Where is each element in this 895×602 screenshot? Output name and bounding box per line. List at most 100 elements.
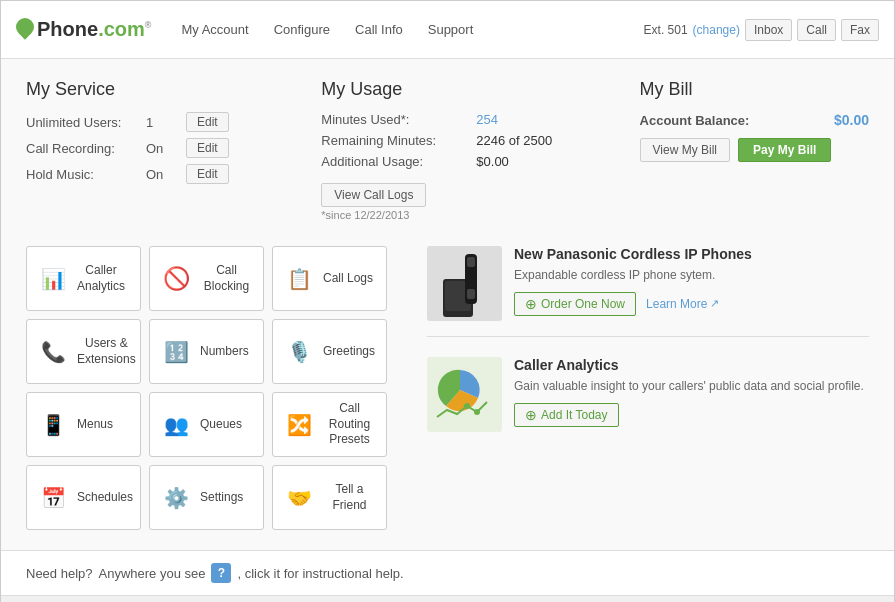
view-call-logs-button[interactable]: View Call Logs: [321, 183, 426, 207]
queues-icon: 👥: [160, 409, 192, 441]
schedules-button[interactable]: 📅 Schedules: [26, 465, 141, 530]
ext-label: Ext. 501: [644, 23, 688, 37]
add-it-today-label: Add It Today: [541, 408, 608, 422]
account-balance-label: Account Balance:: [640, 113, 750, 128]
my-usage-title: My Usage: [321, 79, 619, 100]
panasonic-description: Expandable cordless IP phone sytem.: [514, 267, 752, 284]
analytics-promo-links: ⊕ Add It Today: [514, 403, 864, 427]
greetings-icon: 🎙️: [283, 336, 315, 368]
call-routing-presets-button[interactable]: 🔀 Call RoutingPresets: [272, 392, 387, 457]
nav-call-info[interactable]: Call Info: [355, 22, 403, 37]
analytics-promo-title: Caller Analytics: [514, 357, 864, 373]
account-balance-value: $0.00: [834, 112, 869, 128]
plus-icon: ⊕: [525, 296, 537, 312]
hold-music-edit-button[interactable]: Edit: [186, 164, 229, 184]
caller-analytics-label: CallerAnalytics: [77, 263, 125, 294]
order-now-button[interactable]: ⊕ Order One Now: [514, 292, 636, 316]
service-row-users: Unlimited Users: 1 Edit: [26, 112, 301, 132]
my-usage-section: My Usage Minutes Used*: 254 Remaining Mi…: [321, 79, 619, 221]
logo-text: Phone.com®: [37, 18, 151, 41]
pay-my-bill-button[interactable]: Pay My Bill: [738, 138, 831, 162]
settings-button[interactable]: ⚙️ Settings: [149, 465, 264, 530]
external-link-icon: ↗: [710, 297, 719, 310]
main-nav: My Account Configure Call Info Support: [181, 22, 643, 37]
tell-a-friend-icon: 🤝: [283, 482, 315, 514]
call-logs-label: Call Logs: [323, 271, 373, 287]
recording-label: Call Recording:: [26, 141, 146, 156]
view-my-bill-button[interactable]: View My Bill: [640, 138, 730, 162]
numbers-button[interactable]: 🔢 Numbers: [149, 319, 264, 384]
panasonic-promo: New Panasonic Cordless IP Phones Expanda…: [427, 246, 869, 337]
usage-note: *since 12/22/2013: [321, 209, 619, 221]
panasonic-title: New Panasonic Cordless IP Phones: [514, 246, 752, 262]
hold-music-label: Hold Music:: [26, 167, 146, 182]
nav-my-account[interactable]: My Account: [181, 22, 248, 37]
call-button[interactable]: Call: [797, 19, 836, 41]
fax-button[interactable]: Fax: [841, 19, 879, 41]
analytics-chart-svg: [432, 362, 497, 427]
caller-analytics-button[interactable]: 📊 CallerAnalytics: [26, 246, 141, 311]
service-row-hold: Hold Music: On Edit: [26, 164, 301, 184]
phone-image-svg: [435, 249, 495, 319]
tell-a-friend-label: Tell a Friend: [323, 482, 376, 513]
remaining-minutes-label: Remaining Minutes:: [321, 133, 476, 148]
footer: Copyright © 2007-2013 Phone.com, Inc. Al…: [1, 595, 894, 602]
my-service-section: My Service Unlimited Users: 1 Edit Call …: [26, 79, 301, 221]
order-now-label: Order One Now: [541, 297, 625, 311]
help-text-middle: Anywhere you see: [99, 566, 206, 581]
bill-buttons: View My Bill Pay My Bill: [640, 138, 869, 162]
users-edit-button[interactable]: Edit: [186, 112, 229, 132]
users-label: Unlimited Users:: [26, 115, 146, 130]
greetings-button[interactable]: 🎙️ Greetings: [272, 319, 387, 384]
change-ext-link[interactable]: (change): [693, 23, 740, 37]
minutes-used-label: Minutes Used*:: [321, 112, 476, 127]
nav-support[interactable]: Support: [428, 22, 474, 37]
call-routing-label: Call RoutingPresets: [323, 401, 376, 448]
middle-section: 📊 CallerAnalytics 🚫 Call Blocking 📋 Call…: [26, 246, 869, 530]
call-blocking-button[interactable]: 🚫 Call Blocking: [149, 246, 264, 311]
call-blocking-label: Call Blocking: [200, 263, 253, 294]
numbers-label: Numbers: [200, 344, 249, 360]
analytics-chart-image: [427, 357, 502, 432]
right-panel: New Panasonic Cordless IP Phones Expanda…: [427, 246, 869, 530]
learn-more-label: Learn More: [646, 297, 707, 311]
call-blocking-icon: 🚫: [160, 263, 192, 295]
header-right: Ext. 501 (change) Inbox Call Fax: [644, 19, 879, 41]
inbox-button[interactable]: Inbox: [745, 19, 792, 41]
header: Phone.com® My Account Configure Call Inf…: [1, 1, 894, 59]
queues-button[interactable]: 👥 Queues: [149, 392, 264, 457]
settings-label: Settings: [200, 490, 243, 506]
panasonic-phone-image: [427, 246, 502, 321]
my-bill-section: My Bill Account Balance: $0.00 View My B…: [640, 79, 869, 221]
panasonic-promo-links: ⊕ Order One Now Learn More ↗: [514, 292, 752, 316]
logo: Phone.com®: [16, 18, 151, 41]
help-text-after: , click it for instructional help.: [237, 566, 403, 581]
bill-balance-row: Account Balance: $0.00: [640, 112, 869, 128]
add-it-today-button[interactable]: ⊕ Add It Today: [514, 403, 619, 427]
analytics-promo-content: Caller Analytics Gain valuable insight t…: [514, 357, 864, 432]
users-extensions-button[interactable]: 📞 Users &Extensions: [26, 319, 141, 384]
svg-point-7: [474, 409, 480, 415]
add-icon: ⊕: [525, 407, 537, 423]
remaining-minutes-value: 2246 of 2500: [476, 133, 552, 148]
usage-row-remaining: Remaining Minutes: 2246 of 2500: [321, 133, 619, 148]
nav-configure[interactable]: Configure: [274, 22, 330, 37]
help-badge[interactable]: ?: [211, 563, 231, 583]
panasonic-promo-content: New Panasonic Cordless IP Phones Expanda…: [514, 246, 752, 321]
tell-a-friend-button[interactable]: 🤝 Tell a Friend: [272, 465, 387, 530]
help-bar: Need help? Anywhere you see ? , click it…: [1, 550, 894, 595]
svg-point-6: [464, 403, 470, 409]
recording-edit-button[interactable]: Edit: [186, 138, 229, 158]
call-logs-button[interactable]: 📋 Call Logs: [272, 246, 387, 311]
menus-label: Menus: [77, 417, 113, 433]
learn-more-link[interactable]: Learn More ↗: [646, 297, 719, 311]
icon-grid: 📊 CallerAnalytics 🚫 Call Blocking 📋 Call…: [26, 246, 387, 530]
minutes-used-link[interactable]: 254: [476, 112, 498, 127]
top-sections: My Service Unlimited Users: 1 Edit Call …: [26, 79, 869, 221]
my-service-title: My Service: [26, 79, 301, 100]
menus-button[interactable]: 📱 Menus: [26, 392, 141, 457]
service-row-recording: Call Recording: On Edit: [26, 138, 301, 158]
analytics-promo-description: Gain valuable insight to your callers' p…: [514, 378, 864, 395]
svg-rect-3: [467, 257, 475, 267]
additional-usage-label: Additional Usage:: [321, 154, 476, 169]
